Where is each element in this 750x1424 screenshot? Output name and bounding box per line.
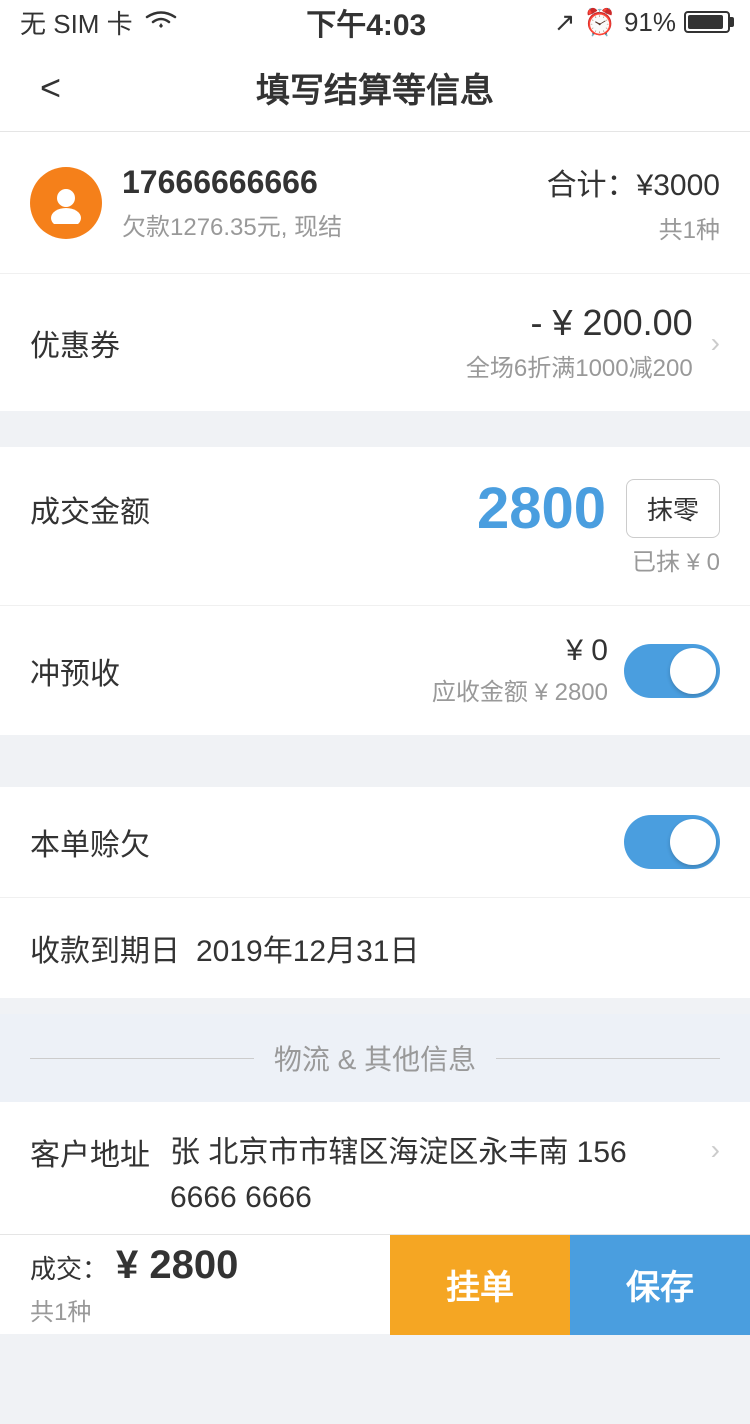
erased-label: 已抹 ¥ 0 <box>632 549 720 576</box>
alarm-icon: ⏰ <box>584 7 616 38</box>
wifi-icon <box>143 6 179 39</box>
coupon-chevron-icon: › <box>711 327 720 359</box>
arrear-section: 本单赊欠 <box>0 787 750 898</box>
time-display: 下午4:03 <box>306 0 426 44</box>
duedate-row: 收款到期日 2019年12月31日 <box>30 926 720 970</box>
page-title: 填写结算等信息 <box>256 63 494 112</box>
battery-percent: 91% <box>624 7 676 38</box>
customer-phone: 17666666666 <box>122 164 547 201</box>
logistics-header: 物流 & 其他信息 <box>0 1014 750 1102</box>
status-bar: 无 SIM 卡 下午4:03 ↗ ⏰ 91% <box>0 0 750 44</box>
arrear-toggle[interactable] <box>624 815 720 869</box>
status-left: 无 SIM 卡 <box>20 4 179 41</box>
battery-icon <box>684 11 730 33</box>
erased-amount: 已抹 ¥ 0 <box>30 542 720 577</box>
address-label: 客户地址 <box>30 1130 150 1174</box>
bottom-deal-label: 成交： <box>30 1249 108 1286</box>
duedate-value: 2019年12月31日 <box>196 926 419 970</box>
section-divider-2 <box>0 751 750 771</box>
customer-info-card: 17666666666 欠款1276.35元, 现结 合计：¥3000 共1种 … <box>0 132 750 411</box>
prepay-toggle[interactable] <box>624 644 720 698</box>
amount-total: 合计：¥3000 <box>547 160 720 204</box>
toggle-knob <box>670 648 716 694</box>
coupon-discount: - ¥ 200.00 <box>466 302 693 344</box>
status-right: ↗ ⏰ 91% <box>554 7 730 38</box>
bottom-deal-row: 成交： ¥ 2800 <box>30 1243 360 1288</box>
deal-amount-label: 成交金额 <box>30 487 150 531</box>
bottom-summary: 成交： ¥ 2800 共1种 <box>0 1243 390 1327</box>
prepay-row: 冲预收 ¥ 0 应收金额 ¥ 2800 <box>30 634 720 707</box>
logistics-line-left <box>30 1058 254 1059</box>
coupon-desc: 全场6折满1000减200 <box>466 348 693 383</box>
prepay-section: 冲预收 ¥ 0 应收金额 ¥ 2800 <box>0 606 750 735</box>
nav-bar: < 填写结算等信息 <box>0 44 750 132</box>
arrear-toggle-knob <box>670 819 716 865</box>
duedate-label: 收款到期日 <box>30 926 180 970</box>
amount-row: 成交金额 2800 抹零 <box>30 475 720 542</box>
customer-amount: 合计：¥3000 共1种 <box>547 160 720 245</box>
prepay-amount-wrap: ¥ 0 应收金额 ¥ 2800 <box>432 634 608 707</box>
bottom-deal-amount: ¥ 2800 <box>116 1243 238 1288</box>
hold-button[interactable]: 挂单 <box>390 1235 570 1335</box>
prepay-amount: ¥ 0 <box>432 634 608 668</box>
sim-status: 无 SIM 卡 <box>20 4 133 41</box>
prepay-label: 冲预收 <box>30 649 120 693</box>
customer-info-row: 17666666666 欠款1276.35元, 现结 合计：¥3000 共1种 <box>0 132 750 274</box>
save-button[interactable]: 保存 <box>570 1235 750 1335</box>
bottom-count: 共1种 <box>30 1292 360 1327</box>
location-icon: ↗ <box>554 7 576 38</box>
arrear-card: 本单赊欠 收款到期日 2019年12月31日 <box>0 787 750 998</box>
prepay-right: ¥ 0 应收金额 ¥ 2800 <box>432 634 720 707</box>
duedate-section: 收款到期日 2019年12月31日 <box>0 898 750 998</box>
arrear-row: 本单赊欠 <box>30 815 720 869</box>
logistics-title: 物流 & 其他信息 <box>254 1038 496 1078</box>
coupon-label: 优惠券 <box>30 321 120 365</box>
coupon-value-wrap: - ¥ 200.00 全场6折满1000减200 <box>466 302 693 383</box>
address-chevron-icon: › <box>711 1134 720 1166</box>
back-button[interactable]: < <box>30 57 71 119</box>
address-card: 客户地址 张 北京市市辖区海淀区永丰南 156 6666 6666 › <box>0 1102 750 1248</box>
round-button[interactable]: 抹零 <box>626 479 720 538</box>
avatar <box>30 167 102 239</box>
customer-detail: 17666666666 欠款1276.35元, 现结 <box>122 164 547 242</box>
bottom-bar: 成交： ¥ 2800 共1种 挂单 保存 <box>0 1234 750 1334</box>
amount-count: 共1种 <box>547 210 720 245</box>
deal-amount-value: 2800 <box>477 475 606 542</box>
logistics-line-right <box>496 1058 720 1059</box>
coupon-right: - ¥ 200.00 全场6折满1000减200 › <box>466 302 720 383</box>
coupon-row[interactable]: 优惠券 - ¥ 200.00 全场6折满1000减200 › <box>0 274 750 411</box>
deal-amount-card: 成交金额 2800 抹零 已抹 ¥ 0 冲预收 ¥ 0 应收金额 ¥ 2800 <box>0 447 750 735</box>
address-section[interactable]: 客户地址 张 北京市市辖区海淀区永丰南 156 6666 6666 › <box>0 1102 750 1248</box>
section-divider-1 <box>0 427 750 447</box>
customer-note: 欠款1276.35元, 现结 <box>122 207 547 242</box>
arrear-label: 本单赊欠 <box>30 820 150 864</box>
address-value: 张 北京市市辖区海淀区永丰南 156 6666 6666 <box>170 1130 691 1220</box>
amount-section: 成交金额 2800 抹零 已抹 ¥ 0 <box>0 447 750 606</box>
prepay-receivable: 应收金额 ¥ 2800 <box>432 672 608 707</box>
amount-value-wrap: 2800 抹零 <box>477 475 720 542</box>
